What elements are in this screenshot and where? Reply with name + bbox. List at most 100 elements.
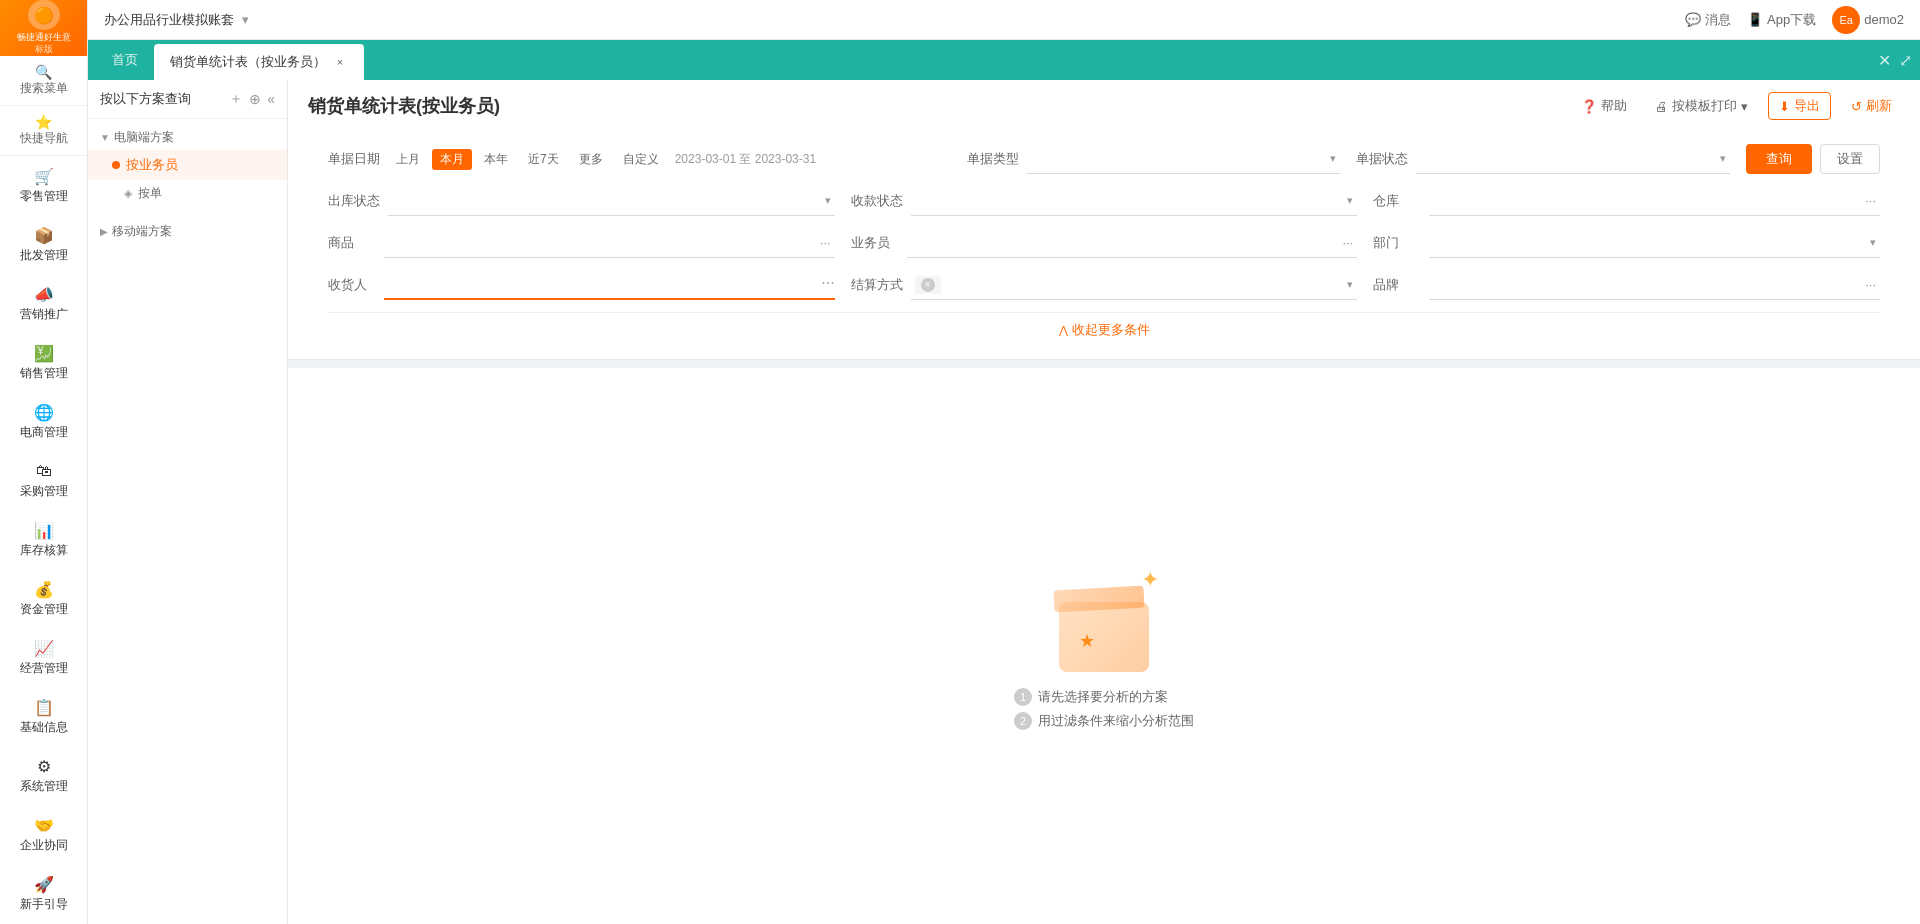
warehouse-control: ··· bbox=[1429, 186, 1880, 216]
sidebar-item-wholesale[interactable]: 📦 批发管理 bbox=[0, 215, 87, 274]
goods-dots: ··· bbox=[820, 235, 831, 250]
brand-field: 品牌 ··· bbox=[1373, 270, 1880, 300]
query-btn[interactable]: 查询 bbox=[1746, 144, 1812, 174]
sidebar-item-retail[interactable]: 🛒 零售管理 bbox=[0, 156, 87, 215]
sidebar-item-basic[interactable]: 📋 基础信息 bbox=[0, 687, 87, 746]
empty-box-lid bbox=[1053, 586, 1144, 613]
sidebar: 🟠 畅捷通好生意 标版 🔍 搜索菜单 ⭐ 快捷导航 🛒 零售管理 📦 批发管理 … bbox=[0, 0, 88, 924]
desktop-section: ▼ 电脑端方案 按业务员 ◈ 按单 bbox=[88, 119, 287, 213]
salesperson-label: 业务员 bbox=[851, 234, 899, 252]
messages-btn[interactable]: 💬 消息 bbox=[1685, 11, 1731, 29]
custom-btn[interactable]: 自定义 bbox=[615, 149, 667, 170]
refresh-icon: ↺ bbox=[1851, 99, 1862, 114]
doc-status-label: 单据状态 bbox=[1356, 150, 1408, 168]
salesperson-control: ··· bbox=[907, 228, 1358, 258]
messages-label: 消息 bbox=[1705, 11, 1731, 29]
retail-icon: 🛒 bbox=[34, 166, 54, 186]
ecommerce-icon: 🌐 bbox=[34, 402, 54, 422]
pay-status-select[interactable]: ▾ bbox=[911, 186, 1358, 216]
empty-tip-2: 2 用过滤条件来缩小分析范围 bbox=[1014, 712, 1194, 730]
warehouse-field: 仓库 ··· bbox=[1373, 186, 1880, 216]
app-download-btn[interactable]: 📱 App下载 bbox=[1747, 11, 1816, 29]
sidebar-item-system[interactable]: ⚙ 系统管理 bbox=[0, 746, 87, 805]
out-status-select[interactable]: ▾ bbox=[388, 186, 835, 216]
settlement-select[interactable]: × ▾ bbox=[911, 270, 1358, 300]
sales-icon: 💹 bbox=[34, 343, 54, 363]
print-btn[interactable]: 🖨 按模板打印 ▾ bbox=[1647, 93, 1756, 119]
sparkle-icon: ✦ bbox=[1141, 567, 1159, 593]
sidebar-item-purchase[interactable]: 🛍 采购管理 bbox=[0, 451, 87, 510]
collapse-arrow-icon: ⋀ bbox=[1059, 324, 1068, 337]
expand-btn[interactable]: ⤢ bbox=[1899, 51, 1912, 70]
brand-select[interactable]: ··· bbox=[1429, 270, 1880, 300]
settlement-tag-close[interactable]: × bbox=[921, 278, 935, 292]
consignee-input[interactable] bbox=[384, 270, 835, 300]
scheme-by-salesperson[interactable]: 按业务员 bbox=[88, 150, 287, 180]
topbar-dropdown-icon[interactable]: ▾ bbox=[242, 12, 249, 27]
tab-close-btn[interactable]: × bbox=[332, 54, 348, 70]
close-window-btn[interactable]: ✕ bbox=[1878, 51, 1891, 70]
scheme-by-order[interactable]: ◈ 按单 bbox=[88, 180, 287, 207]
brand-control: ··· bbox=[1429, 270, 1880, 300]
mobile-arrow-icon: ▶ bbox=[100, 226, 108, 237]
this-month-btn[interactable]: 本月 bbox=[432, 149, 472, 170]
this-year-btn[interactable]: 本年 bbox=[476, 149, 516, 170]
goods-select[interactable]: ··· bbox=[384, 228, 835, 258]
department-control: ▾ bbox=[1429, 228, 1880, 258]
sidebar-item-finance[interactable]: 💰 资金管理 bbox=[0, 569, 87, 628]
collapse-btn[interactable]: ⋀ 收起更多条件 bbox=[328, 312, 1880, 347]
salesperson-select[interactable]: ··· bbox=[907, 228, 1358, 258]
add-scheme-btn[interactable]: ＋ bbox=[229, 90, 243, 108]
more-btn[interactable]: 更多 bbox=[571, 149, 611, 170]
page-title: 销货单统计表(按业务员) bbox=[308, 94, 500, 118]
department-select[interactable]: ▾ bbox=[1429, 228, 1880, 258]
sidebar-item-marketing[interactable]: 📣 营销推广 bbox=[0, 274, 87, 333]
doc-status-select[interactable]: ▾ bbox=[1416, 144, 1730, 174]
date-btn-group: 上月 本月 本年 近7天 更多 自定义 2023-03-01 至 2023-03… bbox=[388, 149, 951, 170]
consignee-control: ··· bbox=[384, 270, 835, 300]
sidebar-item-operation[interactable]: 📈 经营管理 bbox=[0, 628, 87, 687]
sidebar-item-newbie[interactable]: 🚀 新手引导 bbox=[0, 864, 87, 923]
empty-illustration: ✦ ★ bbox=[1044, 562, 1164, 672]
sidebar-quick-nav[interactable]: ⭐ 快捷导航 bbox=[0, 106, 87, 156]
tab-sales-stats[interactable]: 销货单统计表（按业务员） × bbox=[154, 44, 364, 80]
doc-type-select[interactable]: ▾ bbox=[1027, 144, 1341, 174]
page-area: 按以下方案查询 ＋ ⊕ « ▼ 电脑端方案 按业务员 ◈ 按单 bbox=[88, 80, 1920, 924]
username: demo2 bbox=[1864, 12, 1904, 27]
tab-home[interactable]: 首页 bbox=[96, 40, 154, 80]
tabbar: 首页 销货单统计表（按业务员） × ✕ ⤢ bbox=[88, 40, 1920, 80]
warehouse-select[interactable]: ··· bbox=[1429, 186, 1880, 216]
export-btn[interactable]: ⬇ 导出 bbox=[1768, 92, 1831, 120]
setting-btn[interactable]: 设置 bbox=[1820, 144, 1880, 174]
out-status-field: 出库状态 ▾ bbox=[328, 186, 835, 216]
table-area: ✦ ★ 1 请先选择要分析的方案 2 用过滤条件来缩小分析范围 bbox=[288, 368, 1920, 924]
sidebar-item-inventory[interactable]: 📊 库存核算 bbox=[0, 510, 87, 569]
goods-control: ··· bbox=[384, 228, 835, 258]
last-7-days-btn[interactable]: 近7天 bbox=[520, 149, 567, 170]
inventory-icon: 📊 bbox=[34, 520, 54, 540]
warehouse-label: 仓库 bbox=[1373, 192, 1421, 210]
basic-icon: 📋 bbox=[34, 697, 54, 717]
tip-num-1: 1 bbox=[1014, 688, 1032, 706]
brand-dots: ··· bbox=[1865, 277, 1876, 292]
sidebar-search[interactable]: 🔍 搜索菜单 bbox=[0, 56, 87, 106]
sidebar-item-sales[interactable]: 💹 销售管理 bbox=[0, 333, 87, 392]
date-field: 单据日期 上月 本月 本年 近7天 更多 自定义 2023-03-01 至 20… bbox=[328, 149, 951, 170]
collapse-panel-btn[interactable]: « bbox=[267, 91, 275, 107]
sidebar-item-enterprise[interactable]: 🤝 企业协同 bbox=[0, 805, 87, 864]
topbar-left: 办公用品行业模拟账套 ▾ bbox=[104, 11, 249, 29]
empty-box-body bbox=[1059, 602, 1149, 672]
user-profile[interactable]: Ea demo2 bbox=[1832, 6, 1904, 34]
logo-icon: 🟠 bbox=[28, 0, 60, 30]
settings-scheme-btn[interactable]: ⊕ bbox=[249, 91, 261, 107]
left-panel-title: 按以下方案查询 bbox=[100, 90, 191, 108]
help-btn[interactable]: ❓ 帮助 bbox=[1573, 93, 1635, 119]
consignee-label: 收货人 bbox=[328, 276, 376, 294]
brand-label: 品牌 bbox=[1373, 276, 1421, 294]
pay-status-chevron-icon: ▾ bbox=[1347, 194, 1353, 207]
doc-status-control: ▾ bbox=[1416, 144, 1730, 174]
sidebar-item-ecommerce[interactable]: 🌐 电商管理 bbox=[0, 392, 87, 451]
refresh-btn[interactable]: ↺ 刷新 bbox=[1843, 93, 1900, 119]
avatar: Ea bbox=[1832, 6, 1860, 34]
last-month-btn[interactable]: 上月 bbox=[388, 149, 428, 170]
